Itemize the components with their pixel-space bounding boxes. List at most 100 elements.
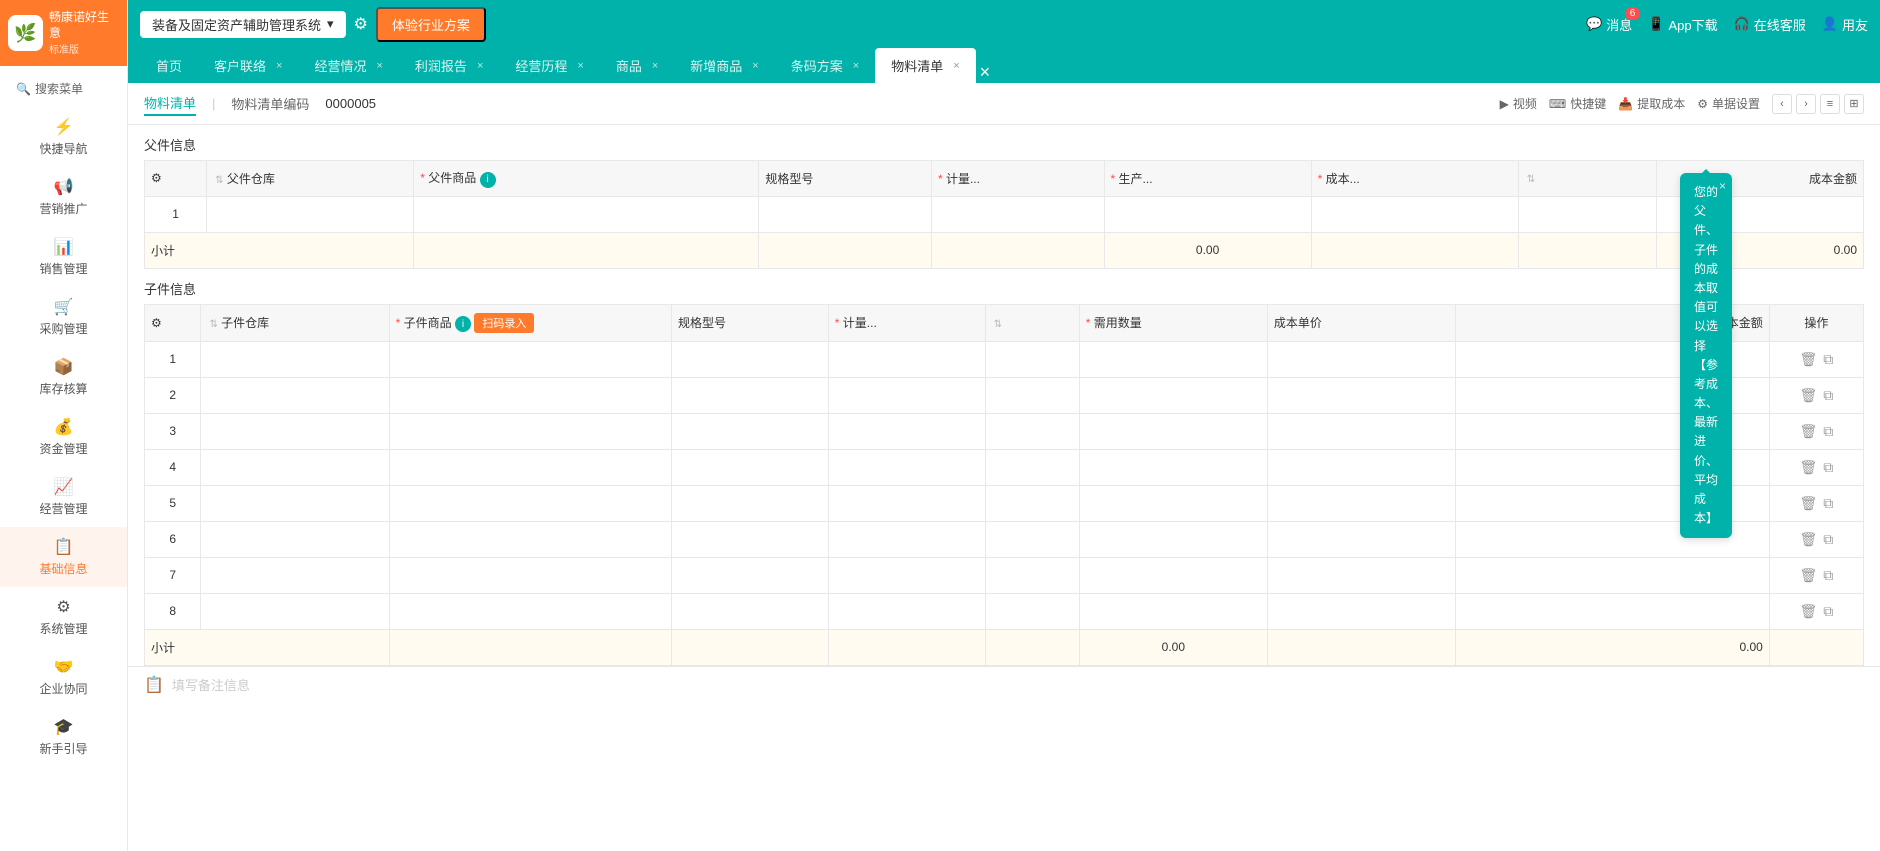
child-row-6-product[interactable] [389,521,671,557]
nav-item-marketing[interactable]: 📢 营销推广 [0,167,127,227]
view-btn[interactable]: ▶ 视频 [1500,95,1537,112]
next-arrow[interactable]: › [1796,94,1816,114]
sub-tab-bom-list[interactable]: 物料清单 [144,91,196,116]
child-row-7-unit[interactable] [828,557,985,593]
single-settings-btn[interactable]: ⚙ 单据设置 [1697,95,1760,112]
delete-icon-5[interactable]: 🗑 [1800,495,1818,512]
message-item[interactable]: 💬 消息 6 [1586,15,1632,34]
copy-icon-6[interactable]: ⧉ [1823,531,1833,548]
tab-profit[interactable]: 利润报告 × [399,48,499,83]
tab-operation[interactable]: 经营情况 × [298,48,398,83]
child-row-8-unit[interactable] [828,593,985,629]
delete-icon-2[interactable]: 🗑 [1800,387,1818,404]
child-row-8-qty[interactable] [1079,593,1267,629]
extract-cost-btn[interactable]: 📥 提取成本 [1618,95,1685,112]
child-row-1-unit-cost[interactable] [1267,341,1455,377]
nav-item-finance[interactable]: 💰 资金管理 [0,407,127,467]
child-row-2-qty[interactable] [1079,377,1267,413]
child-row-7-product[interactable] [389,557,671,593]
child-row-8-warehouse[interactable] [201,593,389,629]
child-row-5-warehouse[interactable] [201,485,389,521]
tab-barcode-close[interactable]: × [853,60,859,72]
online-service-item[interactable]: 🎧 在线客服 [1734,15,1806,34]
user-item[interactable]: 👤 用友 [1822,15,1868,34]
child-row-2-spec[interactable] [671,377,828,413]
search-menu-button[interactable]: 🔍 搜索菜单 [8,74,119,103]
child-row-7-qty[interactable] [1079,557,1267,593]
nav-item-quick[interactable]: ⚡ 快捷导航 [0,107,127,167]
child-row-1-warehouse[interactable] [201,341,389,377]
delete-icon-4[interactable]: 🗑 [1800,459,1818,476]
child-row-5-qty[interactable] [1079,485,1267,521]
tab-customer-close[interactable]: × [276,60,282,72]
close-all-icon[interactable]: × [980,62,991,83]
nav-item-enterprise[interactable]: 🤝 企业协同 [0,647,127,707]
child-row-2-unit-cost[interactable] [1267,377,1455,413]
parent-row-1-product[interactable] [414,196,759,232]
expand-icon[interactable]: ⊞ [1844,94,1864,114]
child-row-1-unit[interactable] [828,341,985,377]
child-row-6-warehouse[interactable] [201,521,389,557]
child-row-3-product[interactable] [389,413,671,449]
copy-icon-2[interactable]: ⧉ [1823,387,1833,404]
child-row-6-unit[interactable] [828,521,985,557]
child-row-4-product[interactable] [389,449,671,485]
child-info-icon[interactable]: i [455,316,471,332]
delete-icon-8[interactable]: 🗑 [1800,603,1818,620]
delete-icon-6[interactable]: 🗑 [1800,531,1818,548]
child-row-8-spec[interactable] [671,593,828,629]
delete-icon-1[interactable]: 🗑 [1800,351,1818,368]
tab-history[interactable]: 经营历程 × [499,48,599,83]
tab-history-close[interactable]: × [577,60,583,72]
child-row-1-qty[interactable] [1079,341,1267,377]
copy-icon-7[interactable]: ⧉ [1823,567,1833,584]
app-download-item[interactable]: 📱 App下载 [1648,15,1717,34]
child-row-4-unit[interactable] [828,449,985,485]
shortcut-btn[interactable]: ⌨ 快捷键 [1549,95,1606,112]
nav-item-guide[interactable]: 🎓 新手引导 [0,707,127,767]
tab-bom-close[interactable]: × [953,60,959,72]
system-selector[interactable]: 装备及固定资产辅助管理系统 ▾ [140,11,346,38]
nav-item-purchase[interactable]: 🛒 采购管理 [0,287,127,347]
child-row-4-qty[interactable] [1079,449,1267,485]
nav-item-inventory[interactable]: 📦 库存核算 [0,347,127,407]
sub-tab-bom-code-label[interactable]: 物料清单编码 [231,92,309,115]
child-row-2-unit[interactable] [828,377,985,413]
nav-item-sales[interactable]: 📊 销售管理 [0,227,127,287]
child-row-3-unit[interactable] [828,413,985,449]
nav-item-system[interactable]: ⚙ 系统管理 [0,587,127,647]
delete-icon-7[interactable]: 🗑 [1800,567,1818,584]
child-row-3-warehouse[interactable] [201,413,389,449]
trial-button[interactable]: 体验行业方案 [376,7,486,42]
info-icon[interactable]: i [480,172,496,188]
tab-bom[interactable]: 物料清单 × [875,48,975,83]
parent-row-1-extra[interactable] [1518,196,1656,232]
child-row-5-spec[interactable] [671,485,828,521]
tab-barcode[interactable]: 条码方案 × [775,48,875,83]
parent-row-1-unit[interactable] [931,196,1104,232]
child-row-6-spec[interactable] [671,521,828,557]
child-row-8-product[interactable] [389,593,671,629]
child-row-2-product[interactable] [389,377,671,413]
child-row-6-unit-cost[interactable] [1267,521,1455,557]
child-row-7-unit-cost[interactable] [1267,557,1455,593]
child-row-1-product[interactable] [389,341,671,377]
tab-home[interactable]: 首页 [140,48,198,83]
child-row-6-qty[interactable] [1079,521,1267,557]
parent-row-1-spec[interactable] [759,196,932,232]
tooltip-close-btn[interactable]: × [1719,177,1726,196]
child-row-8-unit-cost[interactable] [1267,593,1455,629]
child-row-2-warehouse[interactable] [201,377,389,413]
child-row-1-spec[interactable] [671,341,828,377]
tab-profit-close[interactable]: × [477,60,483,72]
brand-logo[interactable]: 🌿 畅康诺好生意 标准版 [0,0,127,66]
tab-goods[interactable]: 商品 × [600,48,674,83]
child-row-4-unit-cost[interactable] [1267,449,1455,485]
prev-arrow[interactable]: ‹ [1772,94,1792,114]
settings-icon[interactable]: ⚙ [354,14,368,34]
parent-col-gear[interactable]: ⚙ [145,161,207,197]
child-row-7-spec[interactable] [671,557,828,593]
child-row-7-warehouse[interactable] [201,557,389,593]
child-col-gear[interactable]: ⚙ [145,304,201,341]
copy-icon-5[interactable]: ⧉ [1823,495,1833,512]
